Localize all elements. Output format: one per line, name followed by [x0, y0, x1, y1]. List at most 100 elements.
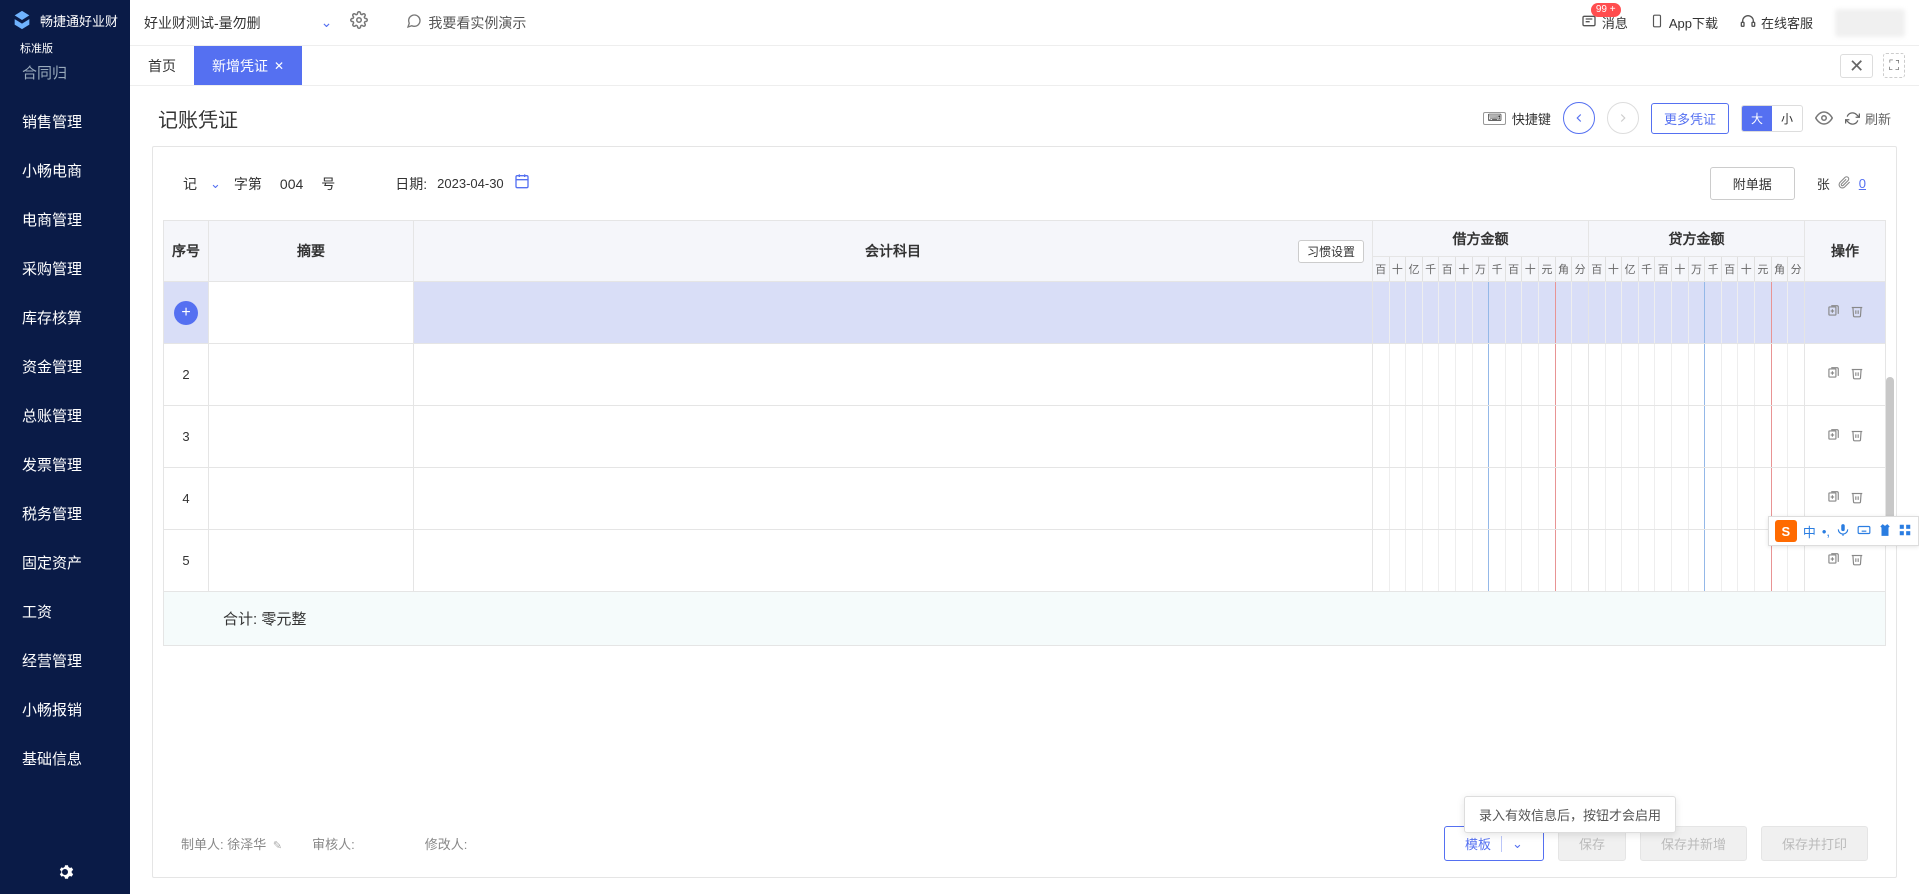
copy-row-icon[interactable] [1826, 366, 1840, 383]
refresh-button[interactable]: 刷新 [1845, 109, 1891, 128]
sidebar-item[interactable]: 资金管理 [0, 342, 130, 391]
org-name: 好业财测试-量勿删 [144, 13, 261, 33]
delete-row-icon[interactable] [1850, 304, 1864, 321]
clip-count[interactable]: 0 [1859, 176, 1866, 191]
sidebar-item[interactable]: 小畅电商 [0, 146, 130, 195]
sidebar-item[interactable]: 发票管理 [0, 440, 130, 489]
sidebar-item[interactable]: 工资 [0, 587, 130, 636]
tab-home[interactable]: 首页 [130, 46, 194, 85]
abstract-input[interactable] [209, 282, 413, 343]
ime-keyboard-icon[interactable] [1856, 523, 1872, 540]
table-row[interactable]: 2 [164, 344, 1885, 406]
account-cell[interactable] [414, 530, 1373, 591]
settings-icon[interactable] [350, 11, 368, 34]
digit-header: 角 [1556, 257, 1573, 281]
auditor: 审核人: [312, 834, 355, 853]
prev-button[interactable] [1563, 102, 1595, 134]
sidebar-item[interactable]: 销售管理 [0, 97, 130, 146]
credit-cell[interactable] [1589, 282, 1805, 343]
ime-shirt-icon[interactable] [1878, 523, 1892, 540]
copy-row-icon[interactable] [1826, 304, 1840, 321]
date-row: 日期: 2023-04-30 [395, 173, 529, 194]
ime-grid-icon[interactable] [1898, 523, 1912, 540]
table-body: +2345 [163, 282, 1886, 592]
abstract-cell[interactable] [209, 282, 414, 343]
table-row[interactable]: 4 [164, 468, 1885, 530]
close-all-tabs[interactable]: ✕ [1840, 54, 1873, 78]
abstract-cell[interactable] [209, 344, 414, 405]
edit-icon[interactable]: ✎ [273, 840, 282, 852]
debit-cell[interactable] [1373, 344, 1589, 405]
voucher-type[interactable]: 记 [183, 174, 197, 194]
ime-logo[interactable]: S [1775, 520, 1797, 542]
sidebar-item[interactable]: 经营管理 [0, 636, 130, 685]
org-selector[interactable]: 好业财测试-量勿删 ⌄ [144, 13, 332, 33]
size-large[interactable]: 大 [1742, 106, 1772, 131]
close-icon[interactable]: ✕ [274, 59, 284, 73]
credit-cell[interactable] [1589, 406, 1805, 467]
sidebar-item[interactable]: 基础信息 [0, 734, 130, 783]
ime-lang[interactable]: 中 [1803, 522, 1816, 541]
delete-row-icon[interactable] [1850, 490, 1864, 507]
avatar[interactable] [1835, 9, 1905, 37]
app-download-link[interactable]: App下载 [1650, 13, 1718, 32]
demo-link[interactable]: 我要看实例演示 [406, 13, 526, 33]
th-debit: 借方金额 百十亿千百十万千百十元角分 [1373, 221, 1589, 281]
abstract-cell[interactable] [209, 468, 414, 529]
table-row[interactable]: + [164, 282, 1885, 344]
service-link[interactable]: 在线客服 [1740, 13, 1813, 32]
sidebar-item[interactable]: 税务管理 [0, 489, 130, 538]
abstract-cell[interactable] [209, 530, 414, 591]
copy-row-icon[interactable] [1826, 552, 1840, 569]
sidebar-item[interactable]: 固定资产 [0, 538, 130, 587]
table-row[interactable]: 3 [164, 406, 1885, 468]
ime-voice-icon[interactable] [1836, 523, 1850, 540]
sidebar-item[interactable]: 采购管理 [0, 244, 130, 293]
tab-new-voucher[interactable]: 新增凭证 ✕ [194, 46, 302, 85]
scrollbar[interactable] [1886, 377, 1894, 537]
ime-bar: S 中 •, [1768, 516, 1919, 546]
abstract-cell[interactable] [209, 406, 414, 467]
voucher-number[interactable]: 004 [280, 176, 303, 192]
sidebar-item[interactable]: 库存核算 [0, 293, 130, 342]
sidebar-item[interactable]: 小畅报销 [0, 685, 130, 734]
attach-button[interactable]: 附单据 [1710, 167, 1795, 200]
account-cell[interactable] [414, 344, 1373, 405]
shortcut-hint[interactable]: ⌨ 快捷键 [1483, 109, 1550, 128]
habit-settings-button[interactable]: 习惯设置 [1298, 240, 1364, 263]
chevron-down-icon[interactable]: ⌄ [210, 176, 221, 192]
size-small[interactable]: 小 [1772, 106, 1802, 131]
debit-cell[interactable] [1373, 468, 1589, 529]
copy-row-icon[interactable] [1826, 490, 1840, 507]
debit-cell[interactable] [1373, 406, 1589, 467]
sidebar-settings[interactable] [0, 853, 130, 894]
digit-header: 分 [1788, 257, 1804, 281]
delete-row-icon[interactable] [1850, 366, 1864, 383]
add-row-button[interactable]: + [174, 301, 198, 325]
account-cell[interactable] [414, 406, 1373, 467]
delete-row-icon[interactable] [1850, 428, 1864, 445]
more-vouchers-button[interactable]: 更多凭证 [1651, 103, 1729, 134]
row-seq: 2 [164, 344, 209, 405]
account-cell[interactable] [414, 468, 1373, 529]
next-button[interactable] [1607, 102, 1639, 134]
ime-punct[interactable]: •, [1822, 524, 1830, 539]
voucher-date[interactable]: 2023-04-30 [437, 176, 504, 191]
chevron-down-icon: ⌄ [321, 14, 333, 31]
account-cell[interactable] [414, 282, 1373, 343]
sidebar: 畅捷通好业财 标准版 合同归 销售管理 小畅电商 电商管理 采购管理 库存核算 … [0, 0, 130, 894]
table-row[interactable]: 5 [164, 530, 1885, 592]
debit-cell[interactable] [1373, 282, 1589, 343]
messages-link[interactable]: 99 + 消息 [1581, 13, 1628, 32]
credit-cell[interactable] [1589, 344, 1805, 405]
fullscreen-icon[interactable]: ⛶ [1883, 53, 1905, 78]
copy-row-icon[interactable] [1826, 428, 1840, 445]
sidebar-item[interactable]: 电商管理 [0, 195, 130, 244]
debit-cell[interactable] [1373, 530, 1589, 591]
preview-button[interactable] [1815, 109, 1833, 127]
delete-row-icon[interactable] [1850, 552, 1864, 569]
voucher-meta: 记 ⌄ 字第 004 号 日期: 2023-04-30 附单据 张 [153, 147, 1896, 220]
sidebar-item[interactable]: 总账管理 [0, 391, 130, 440]
sidebar-item-clipped[interactable]: 合同归 [0, 62, 130, 97]
calendar-icon[interactable] [514, 173, 530, 194]
